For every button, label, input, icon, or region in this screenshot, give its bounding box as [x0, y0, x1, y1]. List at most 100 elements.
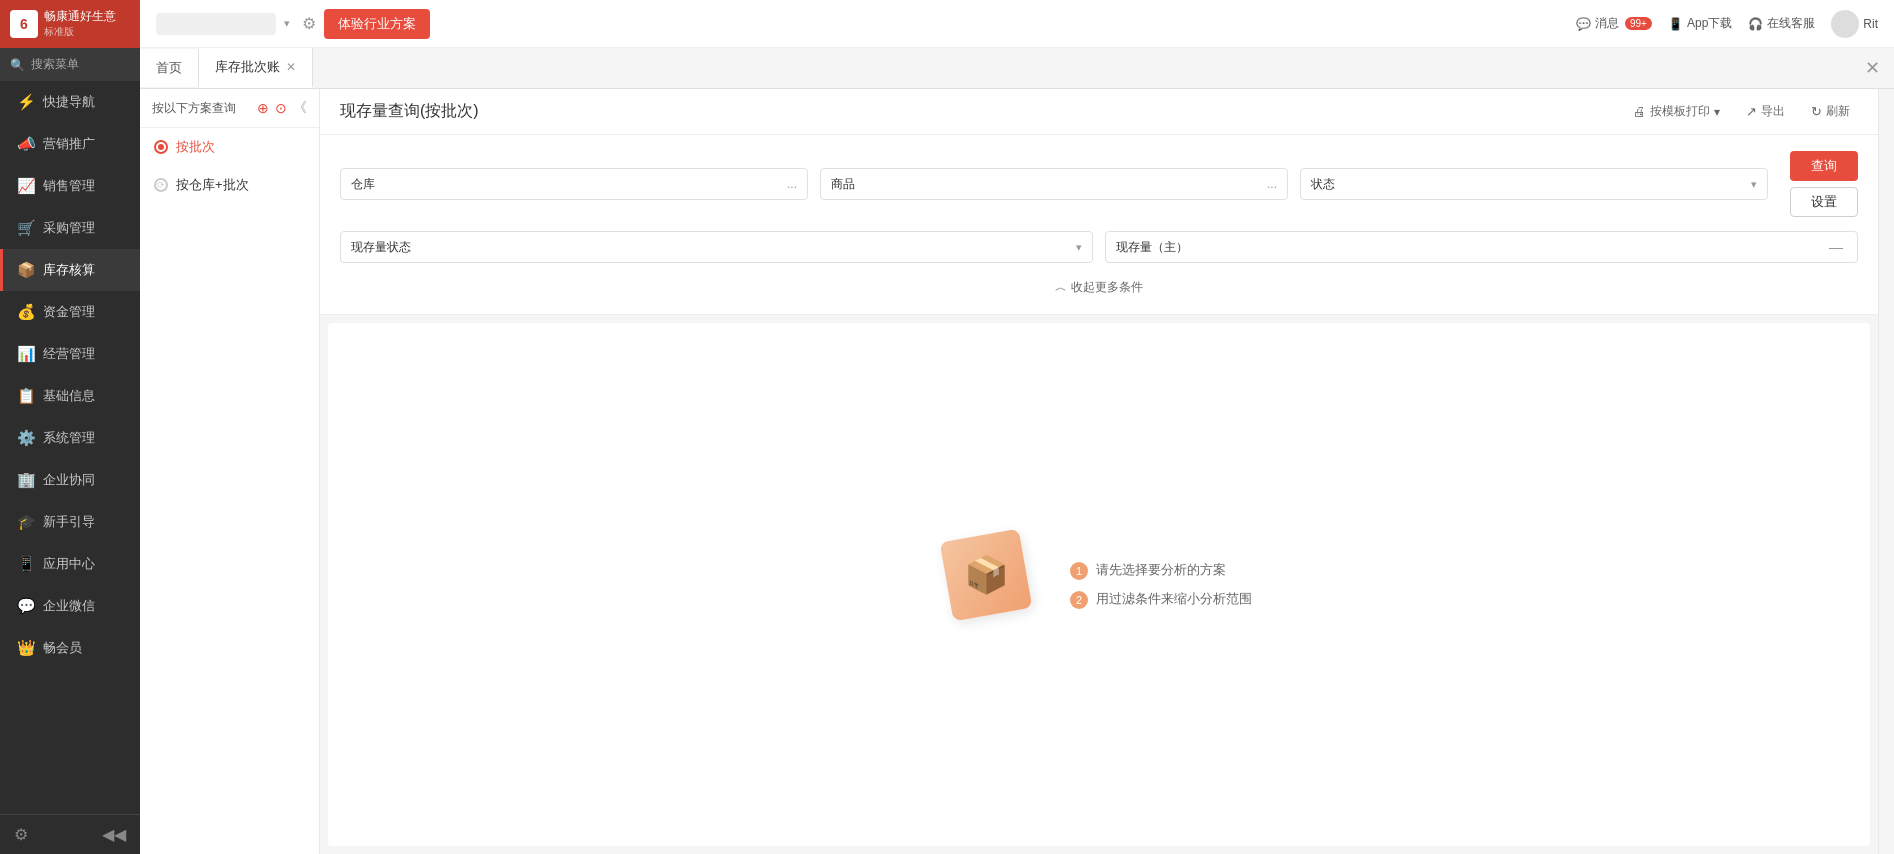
sidebar-footer: ⚙ ◀◀ [0, 814, 140, 854]
search-input-wrap[interactable] [156, 13, 276, 35]
filter-header-icons: ⊕ ⊙ 《 [257, 99, 307, 117]
print-button[interactable]: 🖨 按模板打印 ▾ [1625, 99, 1728, 124]
empty-tip-1: 1 请先选择要分析的方案 [1070, 561, 1252, 580]
filter-panel: 按以下方案查询 ⊕ ⊙ 《 按批次 ⟳ 按仓库+批次 [140, 89, 320, 854]
sidebar-item-sales[interactable]: 📈 销售管理 [0, 165, 140, 207]
sidebar-item-label: 应用中心 [43, 555, 95, 573]
quick-nav-icon: ⚡ [17, 93, 35, 111]
sidebar-item-finance[interactable]: 💰 资金管理 [0, 291, 140, 333]
inventory-status-field[interactable]: 现存量状态 ▾ [340, 231, 1093, 263]
user-name: Rit [1863, 17, 1878, 31]
tip-text-1: 请先选择要分析的方案 [1096, 561, 1226, 579]
app-center-icon: 📱 [17, 555, 35, 573]
sidebar-item-quick-nav[interactable]: ⚡ 快捷导航 [0, 81, 140, 123]
sidebar-item-enterprise-wechat[interactable]: 💬 企业微信 [0, 585, 140, 627]
online-service-label: 在线客服 [1767, 15, 1815, 32]
chevron-down-icon[interactable]: ▾ [284, 17, 290, 30]
settings-button[interactable]: 设置 [1790, 187, 1858, 217]
page-title-bar: 现存量查询(按批次) 🖨 按模板打印 ▾ ↗ 导出 ↻ 刷新 [320, 89, 1878, 135]
sidebar-item-enterprise[interactable]: 🏢 企业协同 [0, 459, 140, 501]
sidebar-item-label: 基础信息 [43, 387, 95, 405]
experience-button[interactable]: 体验行业方案 [324, 9, 430, 39]
radio-by-batch [154, 140, 168, 154]
warehouse-more-icon[interactable]: ... [787, 177, 797, 191]
settings-icon[interactable]: ⚙ [14, 825, 28, 844]
messages-action[interactable]: 💬 消息 99+ [1576, 15, 1652, 32]
inventory-qty-label: 现存量（主） [1116, 239, 1825, 256]
print-chevron-icon[interactable]: ▾ [1714, 105, 1720, 119]
app-subtitle: 标准版 [44, 25, 116, 39]
sidebar-item-operations[interactable]: 📊 经营管理 [0, 333, 140, 375]
panel-close-button[interactable]: ✕ [1851, 57, 1894, 79]
right-scrollbar[interactable] [1878, 89, 1894, 854]
inventory-qty-field[interactable]: 现存量（主） — [1105, 231, 1858, 263]
tab-close-icon[interactable]: ✕ [286, 60, 296, 74]
messages-label: 消息 [1595, 15, 1619, 32]
collapse-conditions-button[interactable]: ︿ 收起更多条件 [340, 273, 1858, 302]
filter-by-batch[interactable]: 按批次 [140, 128, 319, 166]
gear-icon[interactable]: ⚙ [302, 14, 316, 33]
sidebar-item-basics[interactable]: 📋 基础信息 [0, 375, 140, 417]
newbie-icon: 🎓 [17, 513, 35, 531]
sidebar-item-label: 采购管理 [43, 219, 95, 237]
sidebar-item-system[interactable]: ⚙️ 系统管理 [0, 417, 140, 459]
goods-field[interactable]: 商品 ... [820, 168, 1288, 200]
message-icon: 💬 [1576, 17, 1591, 31]
tabbar: 首页 库存批次账 ✕ ✕ [140, 48, 1894, 89]
status-dropdown-icon[interactable]: ▾ [1751, 178, 1757, 191]
search-input[interactable] [166, 17, 246, 31]
sidebar-item-label: 资金管理 [43, 303, 95, 321]
add-filter-icon[interactable]: ⊕ [257, 100, 269, 116]
sidebar-item-label: 经营管理 [43, 345, 95, 363]
tab-home[interactable]: 首页 [140, 49, 199, 87]
enterprise-icon: 🏢 [17, 471, 35, 489]
app-download-action[interactable]: 📱 App下载 [1668, 15, 1732, 32]
sidebar-item-vip[interactable]: 👑 畅会员 [0, 627, 140, 669]
sidebar-item-label: 销售管理 [43, 177, 95, 195]
tab-inventory-batch-label: 库存批次账 [215, 58, 280, 76]
search-menu-item[interactable]: 🔍 搜索菜单 [0, 48, 140, 81]
action-buttons: 查询 设置 [1790, 147, 1858, 221]
page-title: 现存量查询(按批次) [340, 101, 479, 122]
filter-conditions: 仓库 ... 商品 ... 状态 ▾ 查询 设置 [320, 135, 1878, 315]
inventory-status-label: 现存量状态 [351, 239, 1072, 256]
empty-tips: 1 请先选择要分析的方案 2 用过滤条件来缩小分析范围 [1070, 561, 1252, 609]
topbar-left: ▾ ⚙ 体验行业方案 [156, 9, 1566, 39]
operations-icon: 📊 [17, 345, 35, 363]
topbar-right: 💬 消息 99+ 📱 App下载 🎧 在线客服 Rit [1576, 10, 1878, 38]
messages-badge: 99+ [1625, 17, 1652, 30]
filter-by-warehouse-batch[interactable]: ⟳ 按仓库+批次 [140, 166, 319, 204]
warehouse-field[interactable]: 仓库 ... [340, 168, 808, 200]
marketing-icon: 📣 [17, 135, 35, 153]
topbar: ▾ ⚙ 体验行业方案 💬 消息 99+ 📱 App下载 🎧 在线客服 Rit [140, 0, 1894, 48]
collapse-sidebar-icon[interactable]: ◀◀ [102, 825, 126, 844]
sidebar-header: 6 畅康通好生意 标准版 [0, 0, 140, 48]
user-profile[interactable]: Rit [1831, 10, 1878, 38]
sidebar-item-purchase[interactable]: 🛒 采购管理 [0, 207, 140, 249]
sidebar-item-label: 系统管理 [43, 429, 95, 447]
sidebar-item-newbie[interactable]: 🎓 新手引导 [0, 501, 140, 543]
export-button[interactable]: ↗ 导出 [1738, 99, 1793, 124]
inventory-status-dropdown-icon[interactable]: ▾ [1076, 241, 1082, 254]
content-area: 按以下方案查询 ⊕ ⊙ 《 按批次 ⟳ 按仓库+批次 现存量查询(按批次) [140, 89, 1894, 854]
query-button[interactable]: 查询 [1790, 151, 1858, 181]
sidebar: 6 畅康通好生意 标准版 🔍 搜索菜单 ⚡ 快捷导航 📣 营销推广 📈 销售管理… [0, 0, 140, 854]
sidebar-item-app-center[interactable]: 📱 应用中心 [0, 543, 140, 585]
sidebar-item-inventory[interactable]: 📦 库存核算 [0, 249, 140, 291]
online-service-action[interactable]: 🎧 在线客服 [1748, 15, 1815, 32]
tip-num-1: 1 [1070, 562, 1088, 580]
sidebar-nav: ⚡ 快捷导航 📣 营销推广 📈 销售管理 🛒 采购管理 📦 库存核算 💰 资金管… [0, 81, 140, 814]
purchase-icon: 🛒 [17, 219, 35, 237]
status-field[interactable]: 状态 ▾ [1300, 168, 1768, 200]
tab-inventory-batch[interactable]: 库存批次账 ✕ [199, 48, 313, 88]
vip-icon: 👑 [17, 639, 35, 657]
sidebar-item-marketing[interactable]: 📣 营销推广 [0, 123, 140, 165]
settings-filter-icon[interactable]: ⊙ [275, 100, 287, 116]
tip-text-2: 用过滤条件来缩小分析范围 [1096, 590, 1252, 608]
refresh-button[interactable]: ↻ 刷新 [1803, 99, 1858, 124]
collapse-filter-icon[interactable]: 《 [293, 99, 307, 117]
app-download-label: App下载 [1687, 15, 1732, 32]
goods-more-icon[interactable]: ... [1267, 177, 1277, 191]
inventory-icon: 📦 [17, 261, 35, 279]
finance-icon: 💰 [17, 303, 35, 321]
